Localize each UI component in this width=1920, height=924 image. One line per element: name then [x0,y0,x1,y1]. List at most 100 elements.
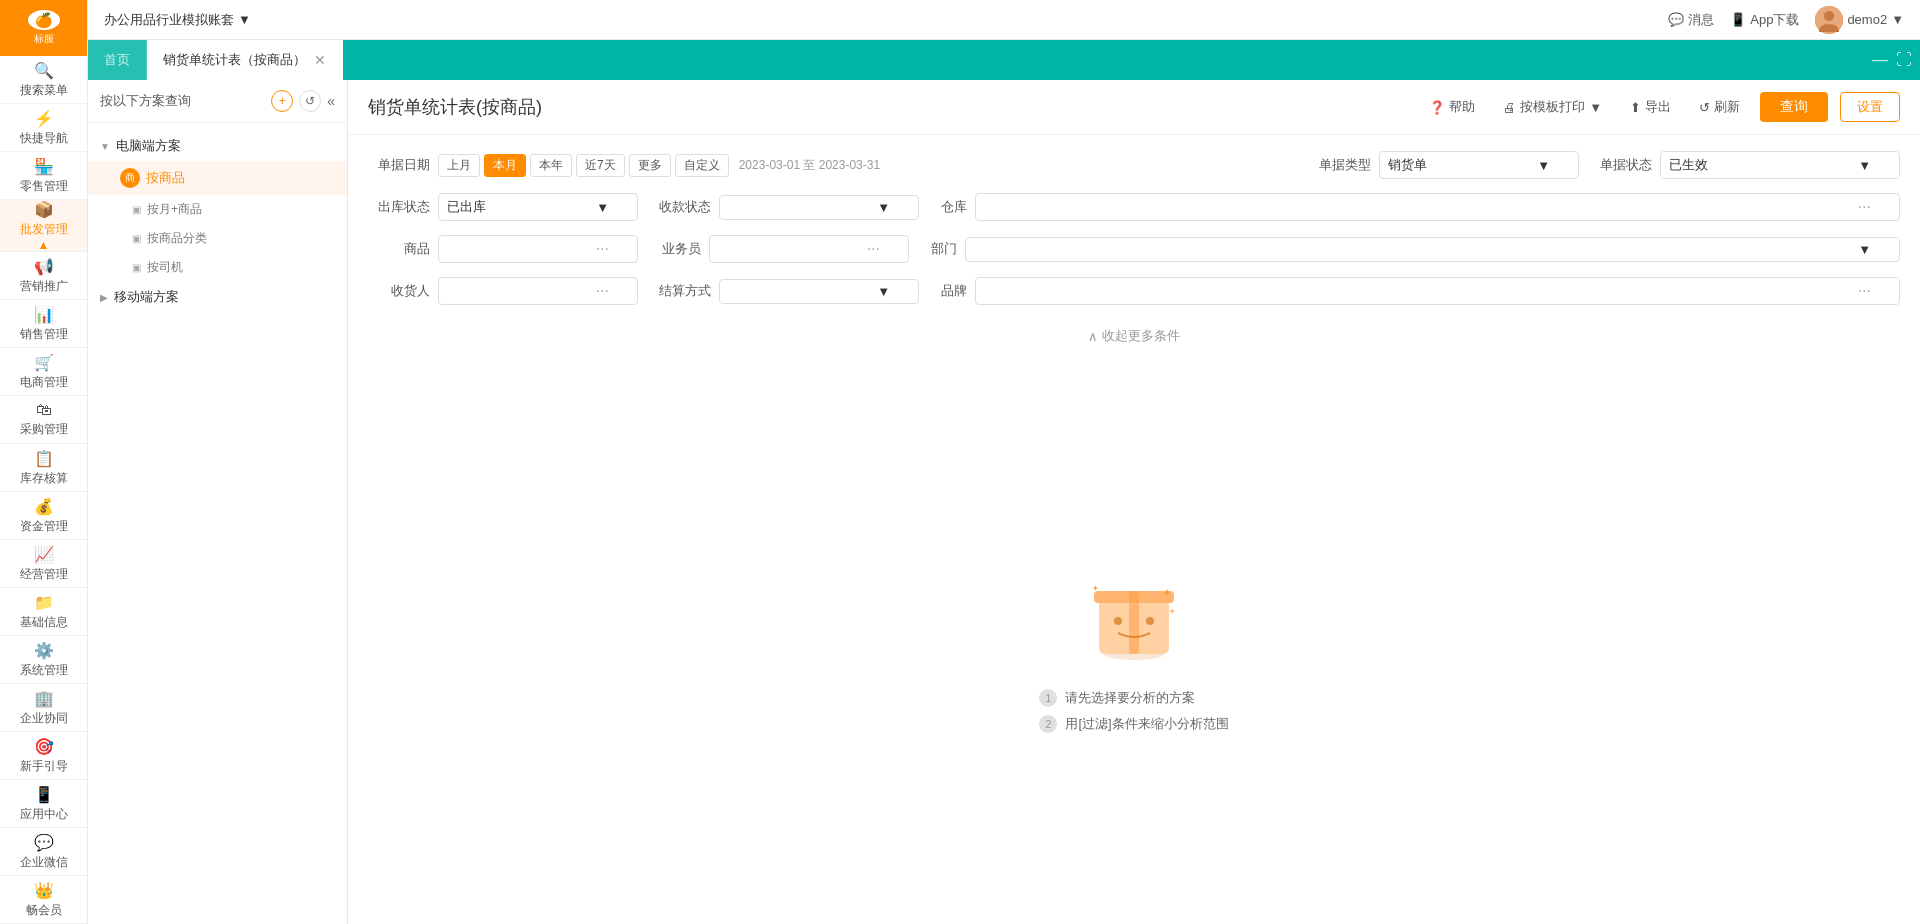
query-btn[interactable]: 查询 [1760,92,1828,122]
product-more-btn[interactable]: ··· [596,240,609,258]
tab-maximize-btn[interactable]: ⛶ [1896,51,1912,69]
app-download-action[interactable]: 📱 App下载 [1730,11,1799,29]
settings-btn[interactable]: 设置 [1840,92,1900,122]
date-this-month-btn[interactable]: 本月 [484,154,526,177]
sidebar-item-wechat[interactable]: 💬 企业微信 [0,828,87,876]
settlement-dropdown-arrow: ▼ [877,284,890,299]
tree-group-pc[interactable]: ▼ 电脑端方案 [88,131,347,161]
filter-row-1: 单据日期 上月 本月 本年 近7天 更多 自定义 2023-03-01 至 20… [368,151,1900,179]
sidebar-item-quick[interactable]: ⚡ 快捷导航 [0,104,87,152]
app-download-label: App下载 [1750,11,1799,29]
date-custom-btn[interactable]: 自定义 [675,154,729,177]
left-panel-header: 按以下方案查询 + ↺ « [88,80,347,123]
page-header: 销货单统计表(按商品) ❓ 帮助 🖨 按模板打印 ▼ ⬆ 导出 [348,80,1920,135]
settlement-label: 结算方式 [654,282,719,300]
export-label: 导出 [1645,98,1671,116]
retail-icon: 🏪 [34,157,54,176]
sidebar-item-guide[interactable]: 🎯 新手引导 [0,732,87,780]
by-product-label: 按商品 [146,169,185,187]
sidebar-item-member[interactable]: 👑 畅会员 [0,876,87,924]
print-icon: 🖨 [1503,100,1516,115]
help-icon: ❓ [1429,100,1445,115]
date-filter-control: 上月 本月 本年 近7天 更多 自定义 2023-03-01 至 2023-03… [438,154,1298,177]
doc-status-select[interactable]: 已生效 ▼ [1660,151,1900,179]
date-last-month-btn[interactable]: 上月 [438,154,480,177]
warehouse-status-value: 已出库 [447,198,486,216]
sidebar-item-system[interactable]: ⚙️ 系统管理 [0,636,87,684]
brand-label: 品牌 [935,282,975,300]
department-input[interactable]: ▼ [965,237,1900,262]
sidebar-item-purchase[interactable]: 🛍 采购管理 [0,396,87,444]
tree-sub-by-printer[interactable]: ▣ 按司机 [88,253,347,282]
sidebar-item-operations[interactable]: 📈 经营管理 [0,540,87,588]
tree-item-by-product[interactable]: 商 按商品 [88,161,347,195]
payment-status-select[interactable]: ▼ [719,195,919,220]
sidebar-item-basic[interactable]: 📁 基础信息 [0,588,87,636]
doc-type-select[interactable]: 销货单 ▼ [1379,151,1579,179]
sidebar-item-ecommerce[interactable]: 🛒 电商管理 [0,348,87,396]
date-more-btn[interactable]: 更多 [629,154,671,177]
settlement-input[interactable]: ▼ [719,279,919,304]
product-input[interactable]: ··· [438,235,638,263]
right-panel: 销货单统计表(按商品) ❓ 帮助 🖨 按模板打印 ▼ ⬆ 导出 [348,80,1920,924]
content-wrapper: 按以下方案查询 + ↺ « ▼ 电脑端方案 商 按商品 [88,80,1920,924]
sidebar-item-retail[interactable]: 🏪 零售管理 [0,152,87,200]
logo-text: 标服 [34,32,54,46]
industry-dropdown-arrow: ▼ [238,12,251,27]
empty-text: 1 请先选择要分析的方案 2 用[过滤]条件来缩小分析范围 [1039,689,1228,733]
tree-sub-by-month-product[interactable]: ▣ 按月+商品 [88,195,347,224]
tree-group-mobile[interactable]: ▶ 移动端方案 [88,282,347,312]
export-btn[interactable]: ⬆ 导出 [1622,94,1679,120]
ecommerce-icon: 🛒 [34,353,54,372]
message-action[interactable]: 💬 消息 [1668,11,1714,29]
warehouse-more-btn[interactable]: ··· [1858,198,1871,216]
user-action[interactable]: demo2 ▼ [1815,6,1904,34]
doc-type-label: 单据类型 [1314,156,1379,174]
tab-home[interactable]: 首页 [88,40,147,80]
salesman-input[interactable]: ··· [709,235,909,263]
refresh-btn[interactable]: ↺ 刷新 [1691,94,1748,120]
sidebar-item-finance[interactable]: 💰 资金管理 [0,492,87,540]
sidebar-item-marketing[interactable]: 📢 营销推广 [0,252,87,300]
left-panel-actions: + ↺ « [271,90,335,112]
tab-minimize-btn[interactable]: — [1872,51,1888,69]
collapse-panel-btn[interactable]: « [327,93,335,109]
logo-icon: 🍊 [28,10,60,30]
collapse-up-icon: ∧ [1088,329,1098,344]
print-btn[interactable]: 🖨 按模板打印 ▼ [1495,94,1610,120]
tree-sub-by-category[interactable]: ▣ 按商品分类 [88,224,347,253]
industry-selector[interactable]: 办公用品行业模拟账套 ▼ [104,11,251,29]
tab-report[interactable]: 销货单统计表（按商品） ✕ [147,40,343,80]
left-panel-title: 按以下方案查询 [100,92,191,110]
basic-icon: 📁 [34,593,54,612]
date-this-year-btn[interactable]: 本年 [530,154,572,177]
collapse-more-btn[interactable]: ∧ 收起更多条件 [368,319,1900,357]
empty-hint-2: 2 用[过滤]条件来缩小分析范围 [1039,715,1228,733]
sidebar-item-apps[interactable]: 📱 应用中心 [0,780,87,828]
date-7days-btn[interactable]: 近7天 [576,154,625,177]
sidebar-item-search[interactable]: 🔍 搜索菜单 [0,56,87,104]
add-scheme-btn[interactable]: + [271,90,293,112]
brand-more-btn[interactable]: ··· [1858,282,1871,300]
logo-area: 🍊 标服 [0,0,87,56]
help-btn[interactable]: ❓ 帮助 [1421,94,1483,120]
svg-text:✦: ✦ [1162,586,1172,600]
sidebar-item-wholesale[interactable]: 📦 批发管理 ▲ [0,200,87,252]
wholesale-icon: 📦 [34,200,54,219]
product-label: 商品 [368,240,438,258]
receiver-more-btn[interactable]: ··· [596,282,609,300]
sidebar-item-inventory[interactable]: 📋 库存核算 [0,444,87,492]
refresh-scheme-btn[interactable]: ↺ [299,90,321,112]
doc-status-dropdown-arrow: ▼ [1858,158,1871,173]
warehouse-status-select[interactable]: 已出库 ▼ [438,193,638,221]
warehouse-input[interactable]: ··· [975,193,1900,221]
salesman-more-btn[interactable]: ··· [867,240,880,258]
brand-input[interactable]: ··· [975,277,1900,305]
receiver-input[interactable]: ··· [438,277,638,305]
sidebar-item-enterprise[interactable]: 🏢 企业协同 [0,684,87,732]
mobile-group-arrow: ▶ [100,292,108,303]
top-header: 办公用品行业模拟账套 ▼ 💬 消息 📱 App下载 [88,0,1920,40]
sidebar-item-sales[interactable]: 📊 销售管理 [0,300,87,348]
sales-icon: 📊 [34,305,54,324]
tab-close-btn[interactable]: ✕ [314,52,326,68]
